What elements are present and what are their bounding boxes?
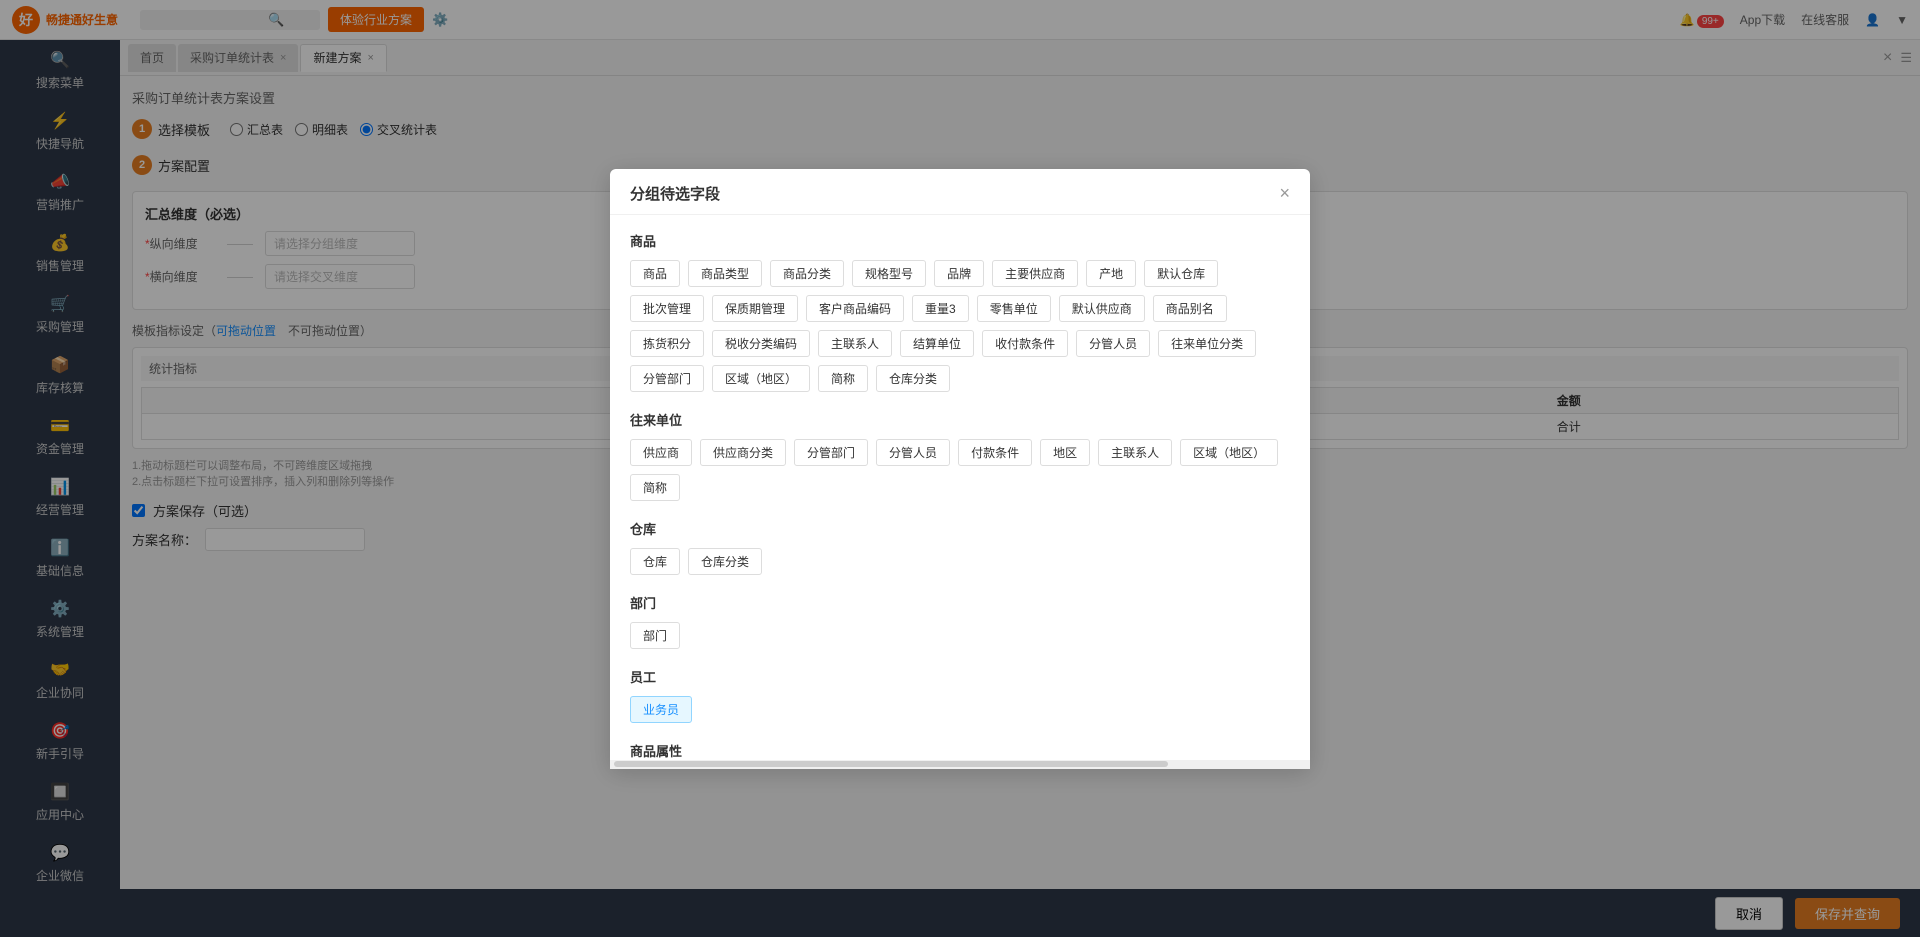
modal-close-button[interactable]: × <box>1279 183 1290 204</box>
chip-warehouse-category[interactable]: 仓库分类 <box>688 548 762 575</box>
modal-header: 分组待选字段 × <box>610 169 1310 215</box>
field-group-product-attr: 商品属性 属性 颜色 多规格 尺码 鞋码 1 <box>630 741 1290 761</box>
field-chips-counterpart: 供应商 供应商分类 分管部门 分管人员 付款条件 地区 主联系人 区域（地区） … <box>630 439 1290 501</box>
field-group-dept: 部门 部门 <box>630 593 1290 649</box>
chip-region-product[interactable]: 区域（地区） <box>712 365 810 392</box>
chip-product-alias[interactable]: 商品别名 <box>1153 295 1227 322</box>
chip-payment-terms[interactable]: 收付款条件 <box>982 330 1068 357</box>
field-chips-employee: 业务员 <box>630 696 1290 723</box>
chip-brand[interactable]: 品牌 <box>934 260 984 287</box>
modal-title: 分组待选字段 <box>630 183 720 204</box>
field-chips-warehouse: 仓库 仓库分类 <box>630 548 1290 575</box>
chip-region2-cp[interactable]: 区域（地区） <box>1180 439 1278 466</box>
field-group-product-title: 商品 <box>630 231 1290 250</box>
modal-overlay: 分组待选字段 × 商品 商品 商品类型 商品分类 规格型号 品牌 主要供应商 产… <box>0 0 1920 937</box>
chip-warehouse[interactable]: 仓库 <box>630 548 680 575</box>
chip-default-warehouse[interactable]: 默认仓库 <box>1144 260 1218 287</box>
field-group-warehouse-title: 仓库 <box>630 519 1290 538</box>
chip-product-category[interactable]: 商品分类 <box>770 260 844 287</box>
chip-origin[interactable]: 产地 <box>1086 260 1136 287</box>
field-group-employee-title: 员工 <box>630 667 1290 686</box>
field-group-product: 商品 商品 商品类型 商品分类 规格型号 品牌 主要供应商 产地 默认仓库 批次… <box>630 231 1290 392</box>
field-group-employee: 员工 业务员 <box>630 667 1290 723</box>
modal-horizontal-scrollbar[interactable] <box>610 760 1310 768</box>
chip-supplier-category[interactable]: 供应商分类 <box>700 439 786 466</box>
modal-body: 商品 商品 商品类型 商品分类 规格型号 品牌 主要供应商 产地 默认仓库 批次… <box>610 215 1310 761</box>
chip-dept[interactable]: 部门 <box>630 622 680 649</box>
field-group-product-attr-title: 商品属性 <box>630 741 1290 760</box>
chip-weight3[interactable]: 重量3 <box>912 295 969 322</box>
modal-dialog: 分组待选字段 × 商品 商品 商品类型 商品分类 规格型号 品牌 主要供应商 产… <box>610 169 1310 769</box>
chip-sales-rep[interactable]: 业务员 <box>630 696 692 723</box>
chip-default-supplier[interactable]: 默认供应商 <box>1059 295 1145 322</box>
chip-supplier[interactable]: 供应商 <box>630 439 692 466</box>
chip-counterpart-category[interactable]: 往来单位分类 <box>1158 330 1256 357</box>
field-group-counterpart-title: 往来单位 <box>630 410 1290 429</box>
chip-dept-cp[interactable]: 分管部门 <box>794 439 868 466</box>
chip-warehouse-category-product[interactable]: 仓库分类 <box>876 365 950 392</box>
chip-settlement-unit[interactable]: 结算单位 <box>900 330 974 357</box>
chip-expiry-mgmt[interactable]: 保质期管理 <box>712 295 798 322</box>
field-chips-dept: 部门 <box>630 622 1290 649</box>
field-group-dept-title: 部门 <box>630 593 1290 612</box>
chip-pick-score[interactable]: 拣货积分 <box>630 330 704 357</box>
chip-main-supplier[interactable]: 主要供应商 <box>992 260 1078 287</box>
chip-short-name-product[interactable]: 简称 <box>818 365 868 392</box>
chip-supervisor[interactable]: 分管人员 <box>1076 330 1150 357</box>
chip-batch-mgmt[interactable]: 批次管理 <box>630 295 704 322</box>
chip-supervise-dept[interactable]: 分管部门 <box>630 365 704 392</box>
chip-person-cp[interactable]: 分管人员 <box>876 439 950 466</box>
scrollbar-thumb-horizontal <box>614 761 1168 767</box>
field-group-warehouse: 仓库 仓库 仓库分类 <box>630 519 1290 575</box>
chip-spec-model[interactable]: 规格型号 <box>852 260 926 287</box>
chip-product[interactable]: 商品 <box>630 260 680 287</box>
chip-retail-unit[interactable]: 零售单位 <box>977 295 1051 322</box>
field-chips-product: 商品 商品类型 商品分类 规格型号 品牌 主要供应商 产地 默认仓库 批次管理 … <box>630 260 1290 392</box>
chip-payment-condition[interactable]: 付款条件 <box>958 439 1032 466</box>
chip-main-contact[interactable]: 主联系人 <box>818 330 892 357</box>
chip-product-type[interactable]: 商品类型 <box>688 260 762 287</box>
chip-region-cp[interactable]: 地区 <box>1040 439 1090 466</box>
chip-main-contact-cp[interactable]: 主联系人 <box>1098 439 1172 466</box>
field-group-counterpart: 往来单位 供应商 供应商分类 分管部门 分管人员 付款条件 地区 主联系人 区域… <box>630 410 1290 501</box>
chip-short-name-cp[interactable]: 简称 <box>630 474 680 501</box>
chip-customer-code[interactable]: 客户商品编码 <box>806 295 904 322</box>
chip-tax-code[interactable]: 税收分类编码 <box>712 330 810 357</box>
